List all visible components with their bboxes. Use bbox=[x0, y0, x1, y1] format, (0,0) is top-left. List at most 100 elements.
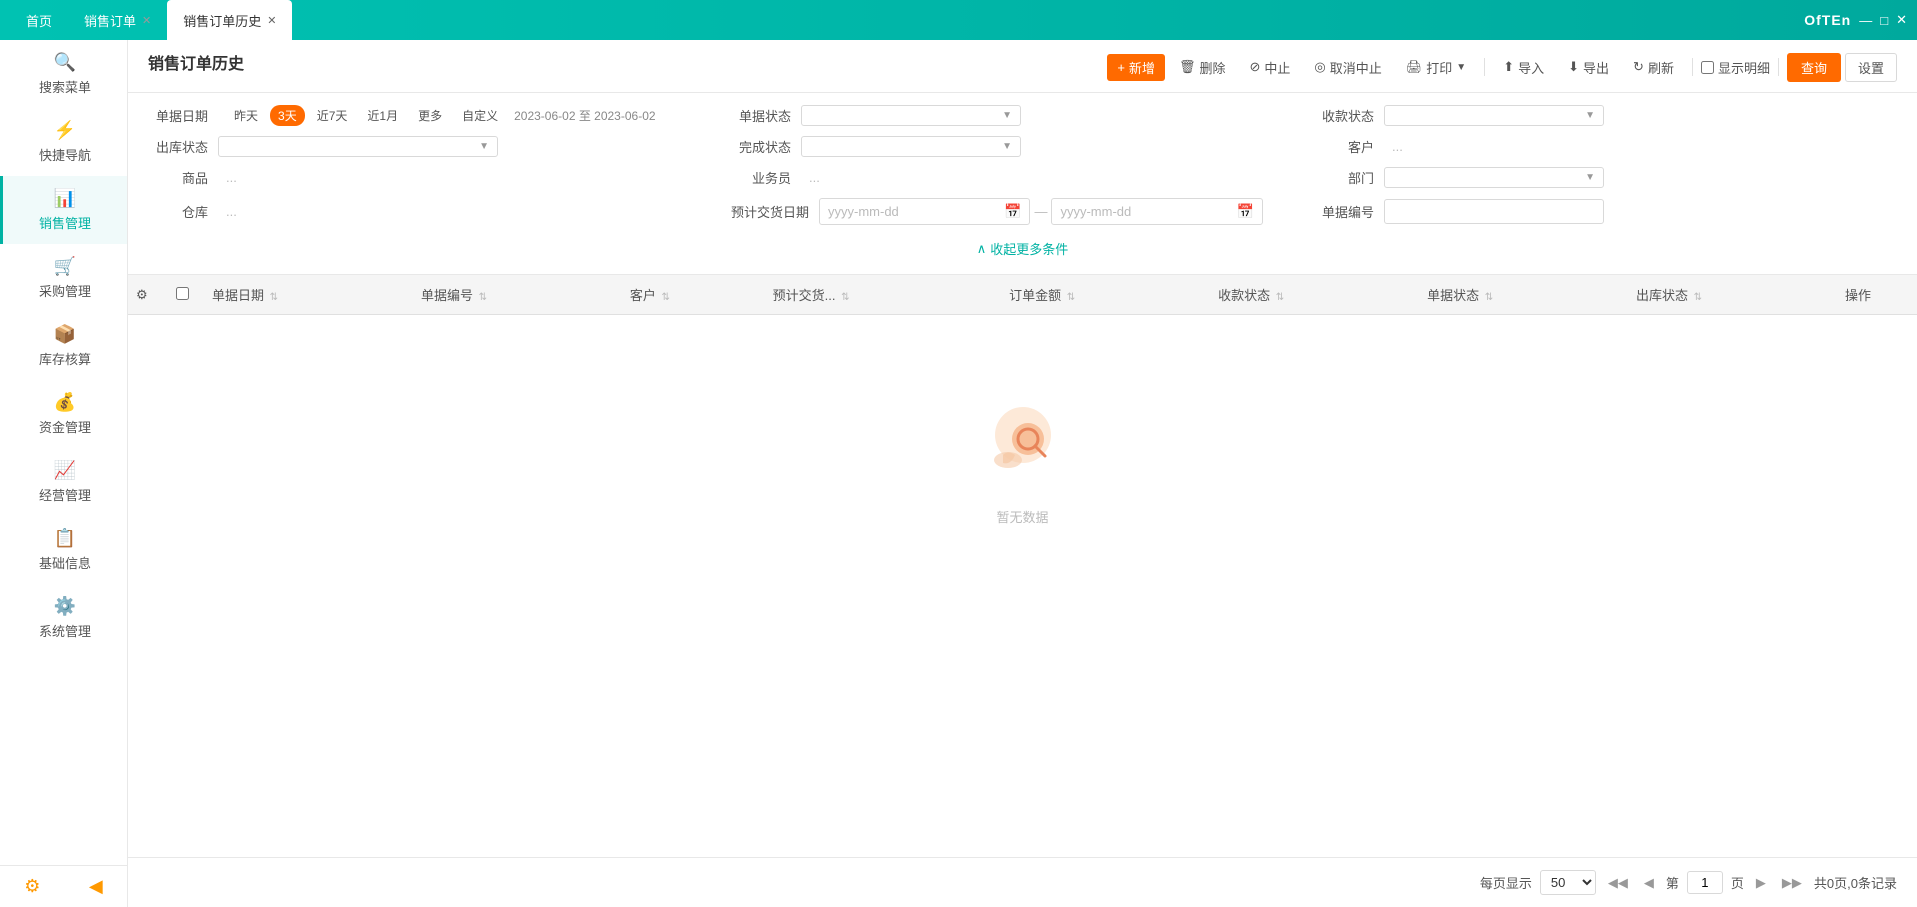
th-amount[interactable]: 订单金额 ⇅ bbox=[1001, 275, 1210, 315]
product-dots[interactable]: ... bbox=[226, 170, 237, 185]
sidebar-item-search-menu[interactable]: 🔍 搜索菜单 bbox=[0, 40, 127, 108]
department-select[interactable]: ▼ bbox=[1384, 167, 1604, 188]
filter-group-product: 商品 ... bbox=[148, 168, 711, 187]
date-range-btns: 昨天 3天 近7天 近1月 更多 自定义 bbox=[226, 105, 506, 126]
filter-row-2: 出库状态 ▼ 完成状态 ▼ 客户 ... bbox=[148, 136, 1897, 157]
th-expected-date[interactable]: 预计交货... ⇅ bbox=[765, 275, 1002, 315]
expected-date-to-input[interactable]: 📅 bbox=[1051, 198, 1262, 225]
tab-sales-order-history-label: 销售订单历史 bbox=[183, 11, 261, 30]
th-expected-date-label: 预计交货... bbox=[773, 288, 836, 303]
order-no-field[interactable] bbox=[1393, 204, 1595, 219]
sidebar-collapse-icon[interactable]: ◀ bbox=[89, 876, 103, 897]
tab-home[interactable]: 首页 bbox=[10, 0, 68, 40]
cancel-stop-button[interactable]: ◎ 取消中止 bbox=[1304, 54, 1391, 81]
filter-group-order-no: 单据编号 bbox=[1314, 199, 1877, 224]
query-button[interactable]: 查询 bbox=[1787, 53, 1841, 82]
date-btn-yesterday[interactable]: 昨天 bbox=[226, 105, 266, 126]
th-customer-label: 客户 bbox=[630, 288, 656, 303]
sidebar-item-system[interactable]: ⚙️ 系统管理 bbox=[0, 584, 127, 652]
calendar-to-icon[interactable]: 📅 bbox=[1236, 203, 1253, 220]
minimize-btn[interactable]: — bbox=[1859, 13, 1872, 28]
th-customer[interactable]: 客户 ⇅ bbox=[622, 275, 765, 315]
show-detail-input[interactable] bbox=[1701, 61, 1714, 74]
expected-date-from-input[interactable]: 📅 bbox=[819, 198, 1030, 225]
purchase-icon: 🛒 bbox=[54, 256, 76, 277]
select-all-checkbox[interactable] bbox=[176, 287, 189, 300]
th-customer-sort-icon: ⇅ bbox=[662, 292, 670, 303]
inventory-icon: 📦 bbox=[54, 324, 76, 345]
date-btn-1month[interactable]: 近1月 bbox=[359, 105, 406, 126]
expected-date-from-field[interactable] bbox=[828, 204, 1004, 219]
sidebar-item-sales[interactable]: 📊 销售管理 bbox=[0, 176, 127, 244]
sidebar-item-basic[interactable]: 📋 基础信息 bbox=[0, 516, 127, 584]
th-payment-status[interactable]: 收款状态 ⇅ bbox=[1210, 275, 1419, 315]
th-check[interactable] bbox=[168, 275, 204, 315]
customer-dots[interactable]: ... bbox=[1392, 139, 1403, 154]
first-page-button[interactable]: ◀◀ bbox=[1604, 873, 1632, 893]
tab-sales-order-history-close[interactable]: ✕ bbox=[267, 14, 276, 27]
customer-label: 客户 bbox=[1314, 137, 1384, 156]
warehouse-dots[interactable]: ... bbox=[226, 204, 237, 219]
import-button[interactable]: ⬆ 导入 bbox=[1493, 54, 1554, 81]
sidebar-item-operation[interactable]: 📈 经营管理 bbox=[0, 448, 127, 516]
department-arrow-icon: ▼ bbox=[1585, 172, 1595, 183]
last-page-button[interactable]: ▶▶ bbox=[1778, 873, 1806, 893]
next-page-button[interactable]: ▶ bbox=[1752, 873, 1770, 893]
sidebar-item-finance[interactable]: 💰 资金管理 bbox=[0, 380, 127, 448]
status-select[interactable]: ▼ bbox=[801, 105, 1021, 126]
complete-label: 完成状态 bbox=[731, 137, 801, 156]
show-detail-checkbox[interactable]: 显示明细 bbox=[1701, 58, 1770, 77]
th-date[interactable]: 单据日期 ⇅ bbox=[204, 275, 413, 315]
th-expected-date-sort-icon: ⇅ bbox=[841, 292, 849, 303]
calendar-from-icon[interactable]: 📅 bbox=[1004, 203, 1021, 220]
delivery-select[interactable]: ▼ bbox=[218, 136, 498, 157]
table-body: 暂无数据 bbox=[128, 315, 1917, 567]
close-btn[interactable]: ✕ bbox=[1896, 12, 1907, 28]
new-icon: + bbox=[1117, 60, 1125, 75]
prev-page-button[interactable]: ◀ bbox=[1640, 873, 1658, 893]
settings-button[interactable]: 设置 bbox=[1845, 53, 1897, 82]
tab-sales-order[interactable]: 销售订单 ✕ bbox=[68, 0, 167, 40]
salesperson-dots[interactable]: ... bbox=[809, 170, 820, 185]
empty-state: 暂无数据 bbox=[128, 315, 1917, 566]
toolbar-divider2 bbox=[1692, 58, 1693, 76]
sidebar-item-inventory[interactable]: 📦 库存核算 bbox=[0, 312, 127, 380]
status-label: 单据状态 bbox=[731, 106, 801, 125]
toolbar-divider bbox=[1484, 58, 1485, 76]
sidebar-settings-icon[interactable]: ⚙ bbox=[24, 876, 40, 897]
print-button[interactable]: 🖨 打印 ▼ bbox=[1396, 54, 1476, 81]
order-no-input[interactable] bbox=[1384, 199, 1604, 224]
th-doc-status[interactable]: 单据状态 ⇅ bbox=[1419, 275, 1628, 315]
th-date-label: 单据日期 bbox=[212, 288, 264, 303]
filter-group-expected-date: 预计交货日期 📅 — 📅 bbox=[731, 198, 1294, 225]
sidebar-item-purchase[interactable]: 🛒 采购管理 bbox=[0, 244, 127, 312]
th-delivery-status[interactable]: 出库状态 ⇅ bbox=[1628, 275, 1837, 315]
date-btn-custom[interactable]: 自定义 bbox=[454, 105, 506, 126]
refresh-button[interactable]: ↻ 刷新 bbox=[1623, 54, 1684, 81]
stop-button[interactable]: ⊘ 中止 bbox=[1239, 54, 1300, 81]
stop-icon: ⊘ bbox=[1249, 59, 1260, 75]
empty-illustration bbox=[973, 395, 1073, 495]
sidebar-item-quick-nav[interactable]: ⚡ 快捷导航 bbox=[0, 108, 127, 176]
page-size-select[interactable]: 50 10 20 100 bbox=[1540, 870, 1596, 895]
date-btn-7days[interactable]: 近7天 bbox=[309, 105, 356, 126]
order-no-label: 单据编号 bbox=[1314, 202, 1384, 221]
export-button[interactable]: ⬇ 导出 bbox=[1558, 54, 1619, 81]
page-label: 页 bbox=[1731, 873, 1744, 892]
date-btn-3days[interactable]: 3天 bbox=[270, 105, 305, 126]
tab-sales-order-close[interactable]: ✕ bbox=[142, 14, 151, 27]
collapse-bar[interactable]: ∧ 收起更多条件 bbox=[148, 235, 1897, 262]
page-header: 销售订单历史 + 新增 🗑 删除 ⊘ 中止 ◎ bbox=[128, 40, 1917, 93]
page-input[interactable] bbox=[1687, 871, 1723, 894]
filter-group-warehouse: 仓库 ... bbox=[148, 202, 711, 221]
maximize-btn[interactable]: □ bbox=[1880, 13, 1888, 28]
payment-select[interactable]: ▼ bbox=[1384, 105, 1604, 126]
complete-select[interactable]: ▼ bbox=[801, 136, 1021, 157]
delete-button[interactable]: 🗑 删除 bbox=[1169, 54, 1236, 81]
tab-sales-order-history[interactable]: 销售订单历史 ✕ bbox=[167, 0, 292, 40]
date-btn-more[interactable]: 更多 bbox=[410, 105, 450, 126]
th-no[interactable]: 单据编号 ⇅ bbox=[413, 275, 622, 315]
th-settings[interactable]: ⚙ bbox=[128, 275, 168, 315]
expected-date-to-field[interactable] bbox=[1060, 204, 1236, 219]
new-button[interactable]: + 新增 bbox=[1107, 54, 1165, 81]
